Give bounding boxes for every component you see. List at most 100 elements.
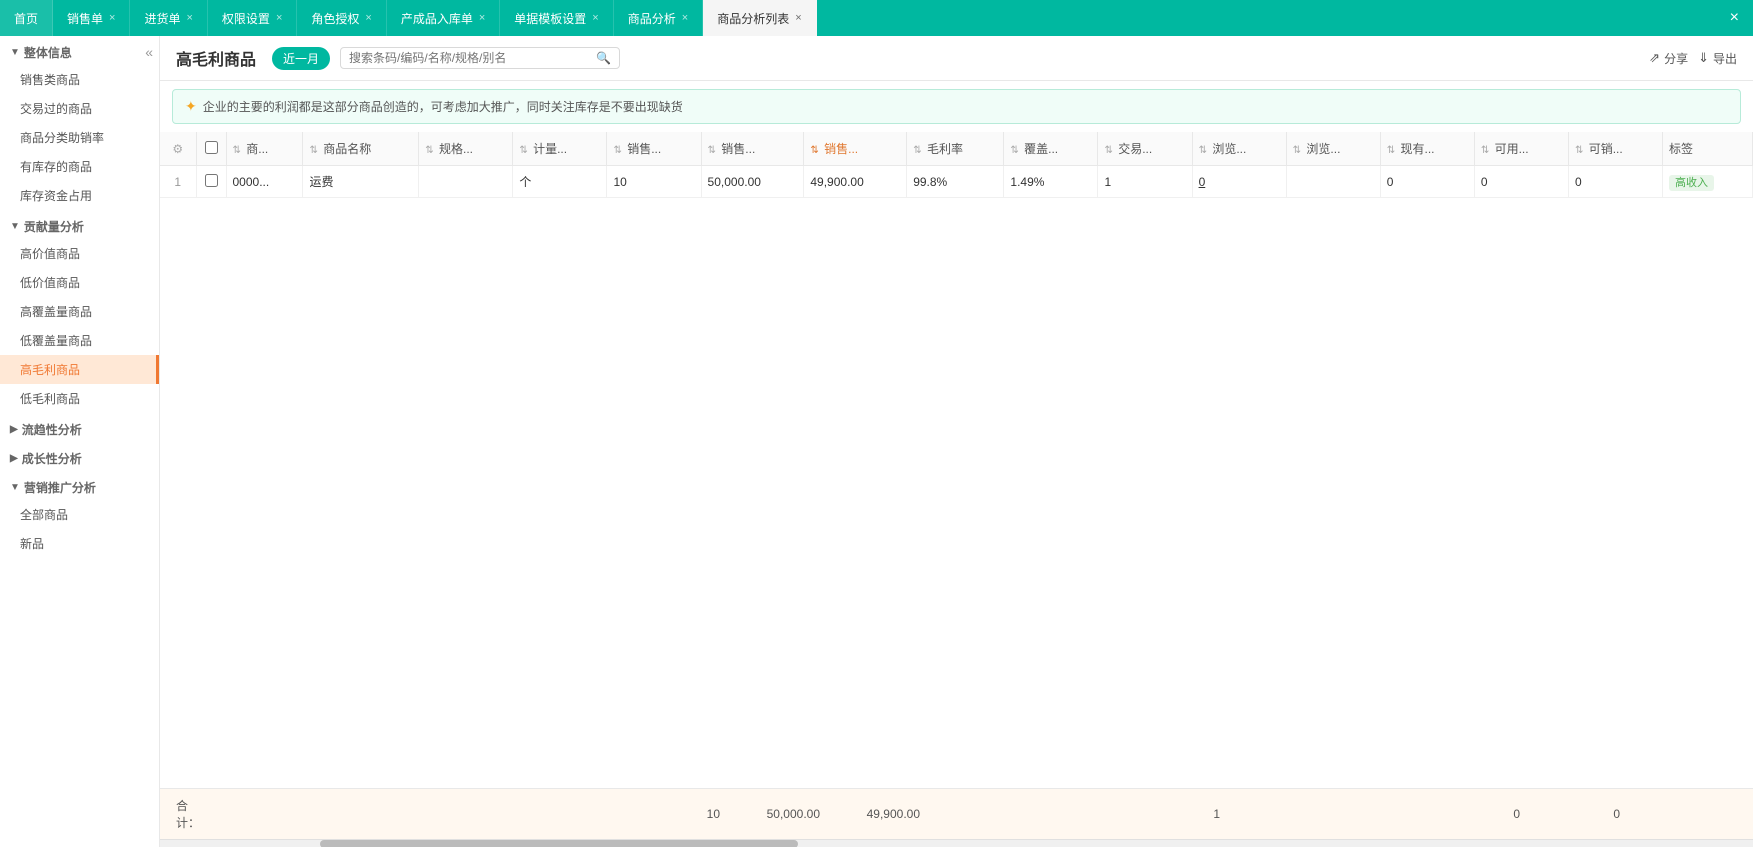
sidebar-item-high-value[interactable]: 高价值商品	[0, 239, 159, 268]
close-icon[interactable]: ×	[795, 12, 801, 24]
close-icon[interactable]: ×	[365, 12, 371, 24]
close-icon[interactable]: ×	[276, 12, 282, 24]
sort-icon: ⇅	[1387, 145, 1395, 156]
sidebar-item-in-stock[interactable]: 有库存的商品	[0, 152, 159, 181]
nav-item-analysis-list[interactable]: 商品分析列表 ×	[703, 0, 816, 36]
table-footer: 合计： 10 50,000.00 49,900.00 1 0 0	[160, 788, 1753, 839]
nav-item-roles[interactable]: 角色授权 ×	[297, 0, 386, 36]
col-spec: ⇅ 规格...	[419, 132, 513, 166]
col-tag: 标签	[1663, 132, 1753, 166]
row-views1: 0	[1192, 166, 1286, 198]
sort-icon: ⇅	[519, 145, 527, 156]
app-close-button[interactable]: ×	[1716, 0, 1753, 36]
nav-item-home[interactable]: 首页	[0, 0, 53, 36]
nav-item-purchase[interactable]: 进货单 ×	[130, 0, 207, 36]
nav-item-sales[interactable]: 销售单 ×	[53, 0, 130, 36]
row-sales-amount: 50,000.00	[701, 166, 804, 198]
chevron-down-icon: ▼	[10, 482, 20, 493]
nav-item-warehouse[interactable]: 产成品入库单 ×	[387, 0, 500, 36]
sort-icon: ⇅	[1104, 145, 1112, 156]
close-icon[interactable]: ×	[682, 12, 688, 24]
sort-icon: ⇅	[309, 145, 317, 156]
sidebar-item-traded-products[interactable]: 交易过的商品	[0, 94, 159, 123]
col-views1: ⇅ 浏览...	[1192, 132, 1286, 166]
settings-icon[interactable]: ⚙	[172, 142, 183, 156]
close-icon[interactable]: ×	[479, 12, 485, 24]
footer-label: 合计：	[176, 797, 200, 831]
row-num: 1	[160, 166, 196, 198]
sidebar-item-low-margin[interactable]: 低毛利商品	[0, 384, 159, 413]
row-checkbox-cell	[196, 166, 226, 198]
footer-sales-amount: 50,000.00	[740, 807, 820, 821]
col-transactions: ⇅ 交易...	[1098, 132, 1192, 166]
close-icon[interactable]: ×	[186, 12, 192, 24]
sort-icon: ⇅	[425, 145, 433, 156]
row-name: 运费	[303, 166, 419, 198]
table-container[interactable]: ⚙ ⇅ 商... ⇅ 商品名称	[160, 132, 1753, 788]
content-header: 高毛利商品 近一月 🔍 ⇗ 分享 ⇓ 导出	[160, 36, 1753, 81]
footer-sales-qty: 10	[640, 807, 720, 821]
row-sales-profit: 49,900.00	[804, 166, 907, 198]
table-row: 1 0000... 运费 个 10 50,000.00 49,900.00 99	[160, 166, 1753, 198]
sidebar-group-trend[interactable]: ▶ 流趋性分析	[0, 413, 159, 442]
sidebar-item-stock-capital[interactable]: 库存资金占用	[0, 181, 159, 210]
sidebar-item-sales-products[interactable]: 销售类商品	[0, 65, 159, 94]
sidebar-collapse-button[interactable]: «	[145, 44, 153, 60]
select-all-checkbox[interactable]	[205, 141, 218, 154]
sort-icon: ⇅	[1199, 145, 1207, 156]
sort-icon: ⇅	[708, 145, 716, 156]
sidebar-group-contribution[interactable]: ▼ 贡献量分析	[0, 210, 159, 239]
sidebar-group-overall[interactable]: ▼ 整体信息	[0, 36, 159, 65]
col-stock-available: ⇅ 可用...	[1474, 132, 1568, 166]
sidebar-item-low-coverage[interactable]: 低覆盖量商品	[0, 326, 159, 355]
row-tag: 高收入	[1663, 166, 1753, 198]
col-coverage: ⇅ 覆盖...	[1004, 132, 1098, 166]
filter-recent-month-button[interactable]: 近一月	[272, 47, 330, 70]
close-icon[interactable]: ×	[109, 12, 115, 24]
footer-transactions: 1	[1140, 807, 1220, 821]
sort-icon: ⇅	[810, 145, 818, 156]
sidebar-item-all-products[interactable]: 全部商品	[0, 500, 159, 529]
sort-icon: ⇅	[613, 145, 621, 156]
sidebar-group-growth[interactable]: ▶ 成长性分析	[0, 442, 159, 471]
sort-icon: ⇅	[913, 145, 921, 156]
row-transactions: 1	[1098, 166, 1192, 198]
col-stock-current: ⇅ 现有...	[1380, 132, 1474, 166]
row-spec	[419, 166, 513, 198]
tag-badge: 高收入	[1669, 175, 1714, 191]
close-icon[interactable]: ×	[592, 12, 598, 24]
share-icon: ⇗	[1649, 50, 1660, 66]
export-button[interactable]: ⇓ 导出	[1698, 50, 1737, 67]
sidebar-item-low-value[interactable]: 低价值商品	[0, 268, 159, 297]
row-checkbox[interactable]	[205, 174, 218, 187]
chevron-right-icon: ▶	[10, 424, 18, 435]
nav-item-template[interactable]: 单据模板设置 ×	[500, 0, 613, 36]
products-table: ⚙ ⇅ 商... ⇅ 商品名称	[160, 132, 1753, 198]
nav-item-analysis[interactable]: 商品分析 ×	[614, 0, 703, 36]
info-icon: ✦	[185, 98, 197, 115]
row-unit: 个	[513, 166, 607, 198]
share-button[interactable]: ⇗ 分享	[1649, 50, 1688, 67]
nav-item-permissions[interactable]: 权限设置 ×	[208, 0, 297, 36]
horizontal-scrollbar[interactable]	[160, 839, 1753, 847]
col-name: ⇅ 商品名称	[303, 132, 419, 166]
chevron-down-icon: ▼	[10, 47, 20, 58]
sidebar-item-high-coverage[interactable]: 高覆盖量商品	[0, 297, 159, 326]
info-banner: ✦ 企业的主要的利润都是这部分商品创造的，可考虑加大推广，同时关注库存是不要出现…	[172, 89, 1741, 124]
sidebar-item-high-margin[interactable]: 高毛利商品	[0, 355, 159, 384]
col-views2: ⇅ 浏览...	[1286, 132, 1380, 166]
sort-icon: ⇅	[233, 145, 241, 156]
sidebar-item-new-products[interactable]: 新品	[0, 529, 159, 558]
footer-stock-available: 0	[1540, 807, 1620, 821]
views-link[interactable]: 0	[1199, 175, 1206, 189]
sidebar-group-marketing[interactable]: ▼ 营销推广分析	[0, 471, 159, 500]
search-input[interactable]	[349, 51, 596, 65]
row-stock-current: 0	[1380, 166, 1474, 198]
col-sales-profit: ⇅ 销售...	[804, 132, 907, 166]
col-code: ⇅ 商...	[226, 132, 303, 166]
sidebar-item-category-rate[interactable]: 商品分类助销率	[0, 123, 159, 152]
col-gross-margin: ⇅ 毛利率	[907, 132, 1004, 166]
search-icon[interactable]: 🔍	[596, 51, 611, 65]
page-title: 高毛利商品	[176, 46, 256, 70]
row-code: 0000...	[226, 166, 303, 198]
